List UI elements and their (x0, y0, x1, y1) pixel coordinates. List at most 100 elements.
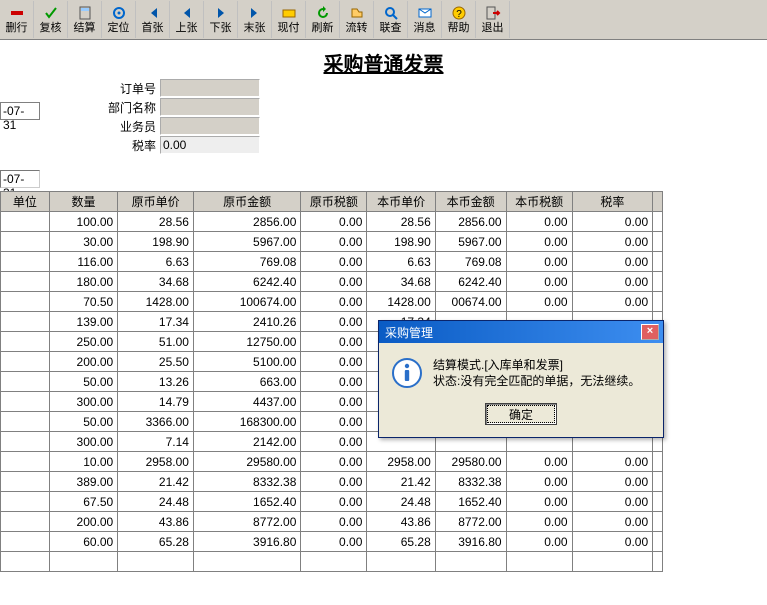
cell[interactable]: 198.90 (118, 232, 194, 252)
cell[interactable]: 17.34 (118, 312, 194, 332)
cell[interactable]: 65.28 (118, 532, 194, 552)
cell[interactable]: 0.00 (506, 252, 572, 272)
cell[interactable]: 70.50 (49, 292, 117, 312)
cell[interactable] (1, 252, 50, 272)
cell[interactable]: 180.00 (49, 272, 117, 292)
cell[interactable] (653, 212, 663, 232)
cell[interactable] (1, 312, 50, 332)
cell[interactable]: 6.63 (118, 252, 194, 272)
cell[interactable]: 0.00 (301, 532, 367, 552)
cell[interactable]: 2142.00 (193, 432, 300, 452)
cell[interactable]: 2958.00 (118, 452, 194, 472)
cell[interactable]: 1428.00 (118, 292, 194, 312)
cell[interactable]: 21.42 (118, 472, 194, 492)
col-header[interactable] (653, 192, 663, 212)
cell[interactable]: 0.00 (506, 512, 572, 532)
cell[interactable]: 0.00 (506, 452, 572, 472)
cell[interactable]: 0.00 (301, 272, 367, 292)
toolbar-流转-button[interactable]: 流转 (340, 1, 374, 38)
cell[interactable] (1, 412, 50, 432)
cell[interactable]: 0.00 (572, 292, 653, 312)
cell[interactable]: 0.00 (301, 232, 367, 252)
cell[interactable]: 2410.26 (193, 312, 300, 332)
cell[interactable]: 1652.40 (435, 492, 506, 512)
cell[interactable]: 100674.00 (193, 292, 300, 312)
cell[interactable]: 0.00 (572, 512, 653, 532)
dept-field[interactable] (160, 98, 260, 116)
cell[interactable]: 6.63 (367, 252, 435, 272)
cell[interactable]: 0.00 (301, 412, 367, 432)
cell[interactable]: 5967.00 (193, 232, 300, 252)
cell[interactable]: 0.00 (572, 232, 653, 252)
cell[interactable]: 10.00 (49, 452, 117, 472)
cell[interactable]: 0.00 (301, 332, 367, 352)
cell[interactable]: 389.00 (49, 472, 117, 492)
cell[interactable]: 43.86 (367, 512, 435, 532)
cell[interactable]: 0.00 (572, 252, 653, 272)
cell[interactable]: 25.50 (118, 352, 194, 372)
cell[interactable] (193, 552, 300, 572)
table-row[interactable]: 389.0021.428332.380.0021.428332.380.000.… (1, 472, 663, 492)
cell[interactable]: 0.00 (301, 312, 367, 332)
cell[interactable]: 5967.00 (435, 232, 506, 252)
cell[interactable]: 2958.00 (367, 452, 435, 472)
cell[interactable] (653, 492, 663, 512)
cell[interactable] (1, 452, 50, 472)
cell[interactable]: 0.00 (506, 212, 572, 232)
cell[interactable]: 1652.40 (193, 492, 300, 512)
cell[interactable]: 0.00 (572, 472, 653, 492)
cell[interactable]: 663.00 (193, 372, 300, 392)
cell[interactable]: 00674.00 (435, 292, 506, 312)
toolbar-下张-button[interactable]: 下张 (204, 1, 238, 38)
cell[interactable] (1, 512, 50, 532)
cell[interactable] (653, 472, 663, 492)
col-header[interactable]: 本币金额 (435, 192, 506, 212)
cell[interactable] (653, 452, 663, 472)
cell[interactable]: 200.00 (49, 352, 117, 372)
cell[interactable]: 0.00 (301, 512, 367, 532)
toolbar-消息-button[interactable]: 消息 (408, 1, 442, 38)
cell[interactable] (1, 332, 50, 352)
cell[interactable]: 67.50 (49, 492, 117, 512)
cell[interactable]: 0.00 (301, 492, 367, 512)
toolbar-复核-button[interactable]: 复核 (34, 1, 68, 38)
cell[interactable]: 13.26 (118, 372, 194, 392)
cell[interactable]: 0.00 (572, 532, 653, 552)
cell[interactable]: 2856.00 (435, 212, 506, 232)
cell[interactable]: 29580.00 (435, 452, 506, 472)
toolbar-定位-button[interactable]: 定位 (102, 1, 136, 38)
cell[interactable] (1, 432, 50, 452)
table-row[interactable]: 70.501428.00100674.000.001428.0000674.00… (1, 292, 663, 312)
cell[interactable] (653, 512, 663, 532)
cell[interactable]: 198.90 (367, 232, 435, 252)
col-header[interactable]: 本币税额 (506, 192, 572, 212)
cell[interactable]: 168300.00 (193, 412, 300, 432)
cell[interactable]: 0.00 (572, 492, 653, 512)
col-header[interactable]: 原币单价 (118, 192, 194, 212)
table-row[interactable]: 60.0065.283916.800.0065.283916.800.000.0… (1, 532, 663, 552)
cell[interactable]: 8332.38 (193, 472, 300, 492)
cell[interactable] (1, 532, 50, 552)
cell[interactable]: 4437.00 (193, 392, 300, 412)
cell[interactable]: 769.08 (193, 252, 300, 272)
cell[interactable]: 30.00 (49, 232, 117, 252)
col-header[interactable]: 税率 (572, 192, 653, 212)
table-row[interactable]: 67.5024.481652.400.0024.481652.400.000.0… (1, 492, 663, 512)
table-row[interactable] (1, 552, 663, 572)
toolbar-联查-button[interactable]: 联查 (374, 1, 408, 38)
cell[interactable]: 8332.38 (435, 472, 506, 492)
cell[interactable]: 250.00 (49, 332, 117, 352)
cell[interactable]: 24.48 (367, 492, 435, 512)
cell[interactable] (1, 492, 50, 512)
cell[interactable]: 0.00 (301, 252, 367, 272)
cell[interactable]: 0.00 (301, 212, 367, 232)
cell[interactable]: 34.68 (367, 272, 435, 292)
toolbar-现付-button[interactable]: 现付 (272, 1, 306, 38)
cell[interactable]: 6242.40 (435, 272, 506, 292)
cell[interactable]: 65.28 (367, 532, 435, 552)
cell[interactable]: 5100.00 (193, 352, 300, 372)
cell[interactable] (653, 292, 663, 312)
cell[interactable]: 0.00 (301, 432, 367, 452)
cell[interactable]: 12750.00 (193, 332, 300, 352)
dialog-titlebar[interactable]: 采购管理 × (379, 321, 663, 343)
